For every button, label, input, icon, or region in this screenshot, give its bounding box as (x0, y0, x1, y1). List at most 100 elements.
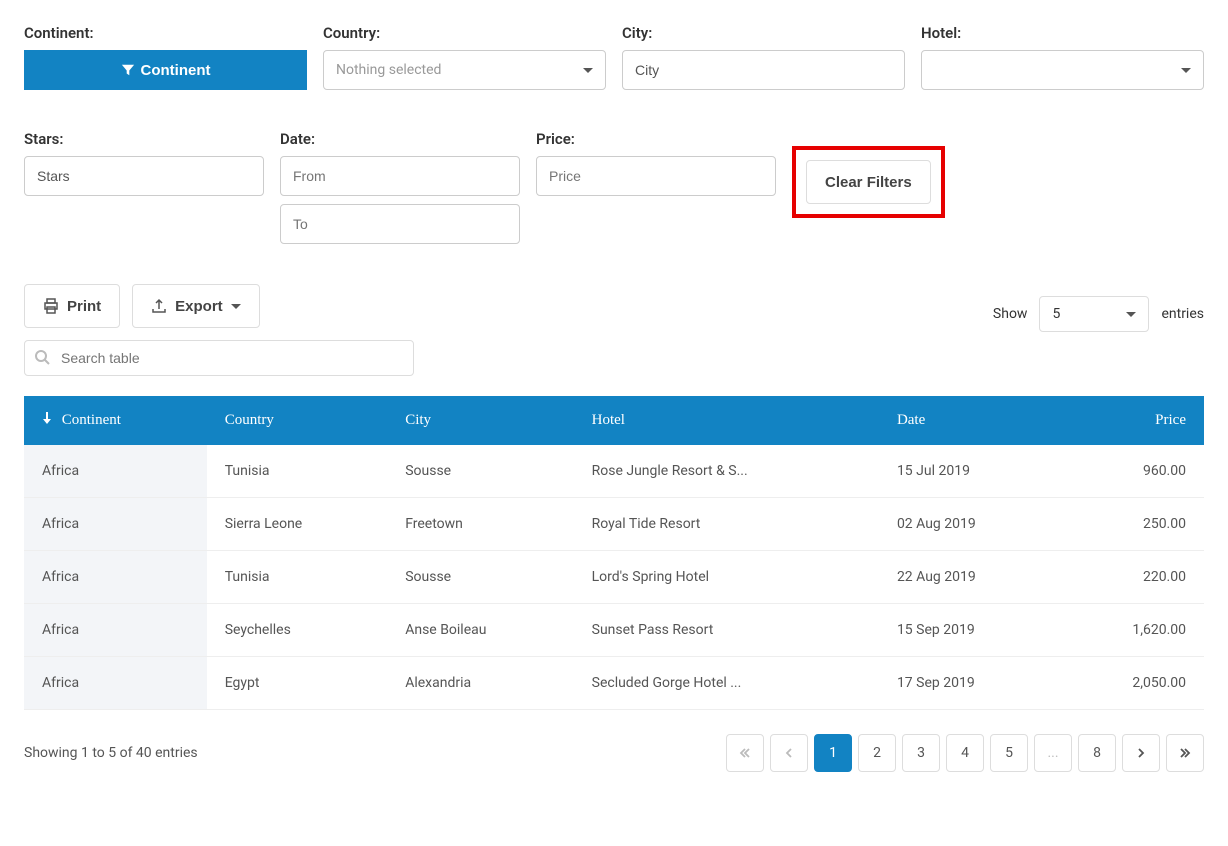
cell-price: 250.00 (1061, 498, 1204, 551)
cell-city: Sousse (387, 551, 573, 604)
export-button[interactable]: Export (132, 284, 260, 328)
table-footer: Showing 1 to 5 of 40 entries 12345...8 (24, 734, 1204, 772)
date-label: Date: (280, 130, 520, 148)
table-header: Continent Country City Hotel Date Price (24, 396, 1204, 445)
city-input-wrap[interactable] (622, 50, 905, 90)
price-label: Price: (536, 130, 776, 148)
col-date[interactable]: Date (879, 396, 1062, 445)
price-input[interactable] (549, 157, 763, 195)
export-icon (151, 298, 167, 314)
cell-price: 1,620.00 (1061, 604, 1204, 657)
date-from-wrap[interactable] (280, 156, 520, 196)
cell-continent: Africa (24, 498, 207, 551)
table-show-controls: Show 5 entries (993, 296, 1204, 332)
page-8[interactable]: 8 (1078, 734, 1116, 772)
continent-label: Continent: (24, 24, 307, 42)
filter-row-2: Stars: Date: Price: Clear Filters (24, 130, 1204, 244)
caret-down-icon (231, 304, 241, 309)
col-price-label: Price (1155, 412, 1186, 428)
col-city[interactable]: City (387, 396, 573, 445)
col-date-label: Date (897, 412, 925, 428)
cell-hotel: Royal Tide Resort (574, 498, 879, 551)
pagination: 12345...8 (726, 734, 1204, 772)
col-country-label: Country (225, 412, 274, 428)
cell-price: 2,050.00 (1061, 657, 1204, 710)
cell-continent: Africa (24, 657, 207, 710)
city-input[interactable] (635, 51, 892, 89)
stars-input[interactable] (37, 157, 251, 195)
filter-price: Price: (536, 130, 776, 196)
page-5[interactable]: 5 (990, 734, 1028, 772)
clear-filters-button[interactable]: Clear Filters (806, 160, 931, 204)
caret-down-icon (583, 68, 593, 73)
clear-filters-highlight: Clear Filters (792, 146, 945, 218)
show-label: Show (993, 306, 1028, 322)
page-2[interactable]: 2 (858, 734, 896, 772)
caret-down-icon (1181, 68, 1191, 73)
cell-price: 220.00 (1061, 551, 1204, 604)
col-price[interactable]: Price (1061, 396, 1204, 445)
cell-city: Sousse (387, 445, 573, 498)
col-city-label: City (405, 412, 431, 428)
cell-price: 960.00 (1061, 445, 1204, 498)
chevrons-left-icon (739, 747, 751, 759)
sort-down-icon (42, 412, 52, 424)
table-row[interactable]: AfricaEgyptAlexandriaSecluded Gorge Hote… (24, 657, 1204, 710)
cell-city: Freetown (387, 498, 573, 551)
search-icon (34, 349, 50, 365)
caret-down-icon (1126, 312, 1136, 317)
cell-city: Alexandria (387, 657, 573, 710)
cell-date: 02 Aug 2019 (879, 498, 1062, 551)
page-last[interactable] (1166, 734, 1204, 772)
search-table-input[interactable] (24, 340, 414, 376)
col-country[interactable]: Country (207, 396, 388, 445)
cell-country: Egypt (207, 657, 388, 710)
cell-country: Tunisia (207, 551, 388, 604)
country-select[interactable]: Nothing selected (323, 50, 606, 90)
print-label: Print (67, 298, 101, 315)
hotel-select[interactable] (921, 50, 1204, 90)
price-input-wrap[interactable] (536, 156, 776, 196)
cell-country: Sierra Leone (207, 498, 388, 551)
col-hotel-label: Hotel (592, 412, 625, 428)
date-from-input[interactable] (293, 157, 507, 195)
hotel-label: Hotel: (921, 24, 1204, 42)
continent-filter-button[interactable]: Continent (24, 50, 307, 90)
page-1[interactable]: 1 (814, 734, 852, 772)
print-button[interactable]: Print (24, 284, 120, 328)
data-table: Continent Country City Hotel Date Price … (24, 396, 1204, 710)
filter-date: Date: (280, 130, 520, 244)
table-row[interactable]: AfricaTunisiaSousseLord's Spring Hotel22… (24, 551, 1204, 604)
cell-continent: Africa (24, 604, 207, 657)
col-hotel[interactable]: Hotel (574, 396, 879, 445)
filter-city: City: (622, 24, 905, 90)
page-3[interactable]: 3 (902, 734, 940, 772)
date-to-input[interactable] (293, 205, 507, 243)
stars-input-wrap[interactable] (24, 156, 264, 196)
table-row[interactable]: AfricaSeychellesAnse BoileauSunset Pass … (24, 604, 1204, 657)
page-first (726, 734, 764, 772)
export-label: Export (175, 298, 223, 315)
cell-hotel: Secluded Gorge Hotel ... (574, 657, 879, 710)
search-table-wrap (24, 340, 414, 376)
show-entries-select[interactable]: 5 (1039, 296, 1149, 332)
table-row[interactable]: AfricaSierra LeoneFreetownRoyal Tide Res… (24, 498, 1204, 551)
stars-label: Stars: (24, 130, 264, 148)
table-row[interactable]: AfricaTunisiaSousseRose Jungle Resort & … (24, 445, 1204, 498)
cell-country: Seychelles (207, 604, 388, 657)
cell-date: 22 Aug 2019 (879, 551, 1062, 604)
print-icon (43, 298, 59, 314)
cell-continent: Africa (24, 445, 207, 498)
cell-hotel: Rose Jungle Resort & S... (574, 445, 879, 498)
cell-continent: Africa (24, 551, 207, 604)
country-placeholder: Nothing selected (336, 62, 441, 78)
col-continent[interactable]: Continent (24, 396, 207, 445)
page-4[interactable]: 4 (946, 734, 984, 772)
page-next[interactable] (1122, 734, 1160, 772)
show-value: 5 (1052, 306, 1060, 322)
filter-row-1: Continent: Continent Country: Nothing se… (24, 24, 1204, 90)
date-to-wrap[interactable] (280, 204, 520, 244)
filter-stars: Stars: (24, 130, 264, 196)
continent-button-label: Continent (141, 62, 211, 79)
filter-icon (121, 63, 135, 77)
